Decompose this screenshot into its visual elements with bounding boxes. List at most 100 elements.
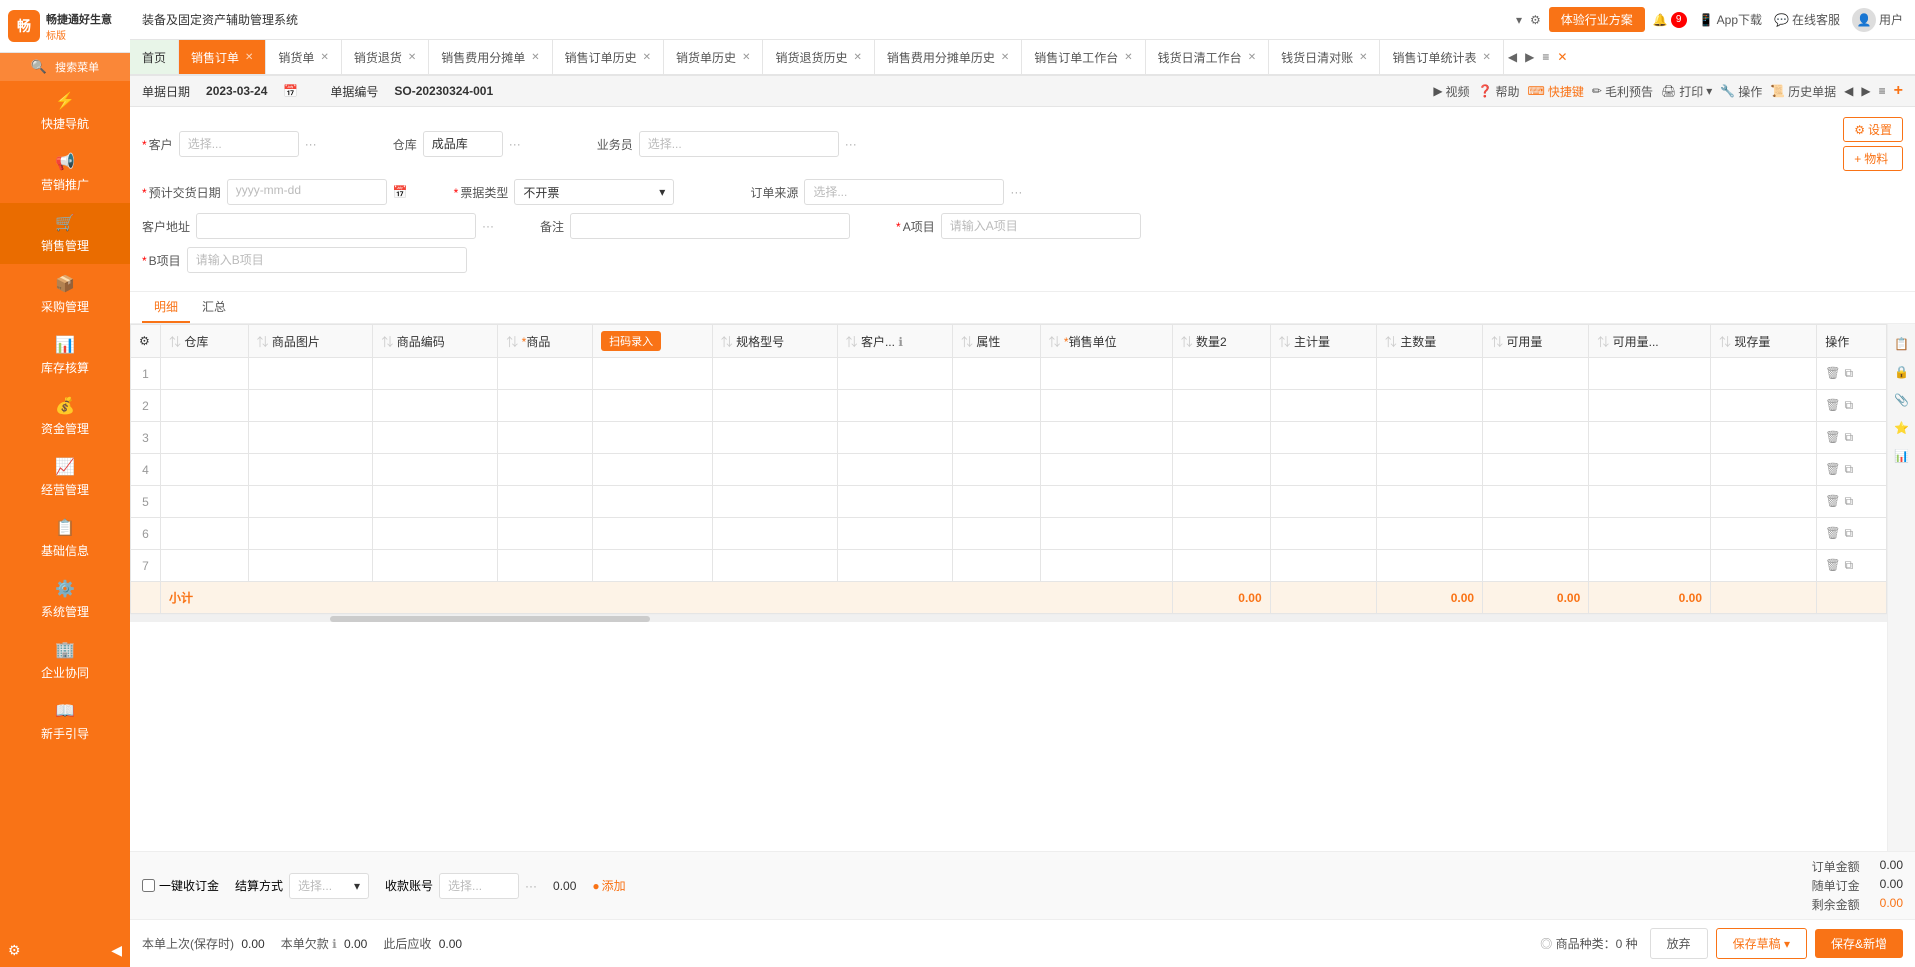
cell-image[interactable] [248,390,373,422]
cell-product[interactable] [498,422,593,454]
tab-summary[interactable]: 汇总 [190,292,238,323]
cell-available[interactable] [1483,518,1589,550]
cell-main-qty[interactable] [1376,390,1482,422]
sort-icon[interactable]: ⇅ [1181,335,1193,349]
cell-spec[interactable] [712,486,837,518]
cell-attr[interactable] [952,390,1040,422]
tab-daily-reconcile[interactable]: 钱货日清对账 ✕ [1269,40,1380,75]
tab-sales-stats[interactable]: 销售订单统计表 ✕ [1380,40,1503,75]
sort-icon[interactable]: ⇅ [169,335,181,349]
shortcut-btn[interactable]: ⌨ 快捷键 [1528,83,1584,100]
cell-product[interactable] [498,454,593,486]
cell-code[interactable] [373,486,498,518]
tab-sales-stats-close[interactable]: ✕ [1483,52,1491,63]
sort-icon[interactable]: ⇅ [1279,335,1291,349]
cell-current[interactable] [1711,358,1817,390]
delete-icon[interactable]: 🗑 [1825,366,1840,381]
scan-btn[interactable]: 扫码录入 [601,331,661,351]
cell-image[interactable] [248,486,373,518]
cell-customer-code[interactable] [837,518,952,550]
gear-icon[interactable]: ⚙ [139,334,150,348]
cell-available2[interactable] [1589,390,1711,422]
sidebar-item-inventory[interactable]: 📊 库存核算 [0,325,130,386]
cell-attr[interactable] [952,518,1040,550]
cell-warehouse[interactable] [161,422,249,454]
sidebar-item-purchase[interactable]: 📦 采购管理 [0,264,130,325]
warehouse-input[interactable]: 成品库 [423,131,503,157]
delivery-date-input[interactable]: yyyy-mm-dd [227,179,387,205]
cell-image[interactable] [248,358,373,390]
tab-fee-history[interactable]: 销售费用分摊单历史 ✕ [875,40,1022,75]
cell-available[interactable] [1483,454,1589,486]
cell-product[interactable] [498,550,593,582]
tab-menu[interactable]: ≡ [1538,50,1553,64]
calendar-icon[interactable]: 📅 [283,84,298,98]
cell-qty2[interactable] [1172,390,1270,422]
help-btn[interactable]: ❓ 帮助 [1478,83,1520,100]
one-click-deposit-input[interactable] [142,879,155,892]
tab-invoice-history-close[interactable]: ✕ [742,52,750,63]
cell-spec[interactable] [712,358,837,390]
sidebar-item-operation[interactable]: 📈 经营管理 [0,447,130,508]
new-btn[interactable]: + [1894,82,1903,100]
customer-expand[interactable]: ··· [305,137,317,151]
print-btn[interactable]: 🖨 打印 ▾ [1661,83,1712,100]
cell-main-qty[interactable] [1376,486,1482,518]
cell-warehouse[interactable] [161,454,249,486]
industry-btn[interactable]: 体验行业方案 [1549,7,1645,32]
tab-sales-return-close[interactable]: ✕ [408,52,416,63]
sidebar-item-basic-info[interactable]: 📋 基础信息 [0,508,130,569]
customer-addr-expand[interactable]: ··· [482,219,494,233]
cell-code[interactable] [373,390,498,422]
cell-warehouse[interactable] [161,358,249,390]
tab-sales-order[interactable]: 销售订单 ✕ [179,40,266,75]
delete-icon[interactable]: 🗑 [1825,526,1840,541]
cell-main-unit[interactable] [1270,358,1376,390]
staff-expand[interactable]: ··· [845,137,857,151]
right-panel-icon-1[interactable]: 📋 [1890,332,1914,356]
sort-icon[interactable]: ⇅ [1491,335,1503,349]
tab-close-all[interactable]: ✕ [1553,50,1571,64]
delete-icon[interactable]: 🗑 [1825,558,1840,573]
sidebar-item-finance[interactable]: 💰 资金管理 [0,386,130,447]
copy-icon[interactable]: ⧉ [1844,558,1853,573]
cell-spec[interactable] [712,454,837,486]
online-service[interactable]: 💬 在线客服 [1774,11,1840,28]
discard-btn[interactable]: 放弃 [1650,928,1708,959]
cell-product[interactable] [498,518,593,550]
sort-icon[interactable]: ⇅ [721,335,733,349]
tab-daily-workbench-close[interactable]: ✕ [1248,52,1256,63]
cell-current[interactable] [1711,390,1817,422]
cell-available[interactable] [1483,390,1589,422]
cell-current[interactable] [1711,422,1817,454]
cell-main-unit[interactable] [1270,518,1376,550]
sort-icon[interactable]: ⇅ [506,335,518,349]
cell-qty2[interactable] [1172,454,1270,486]
cell-customer-code[interactable] [837,390,952,422]
sort-icon[interactable]: ⇅ [1719,335,1731,349]
tab-sales-fee-close[interactable]: ✕ [531,52,539,63]
cell-available[interactable] [1483,422,1589,454]
b-project-input[interactable]: 请输入B项目 [187,247,467,273]
copy-icon[interactable]: ⧉ [1844,366,1853,381]
cell-unit[interactable] [1040,422,1172,454]
list-view-btn[interactable]: ≡ [1879,84,1886,98]
sidebar-item-enterprise[interactable]: 🏢 企业协同 [0,630,130,691]
save-draft-dropdown-icon[interactable]: ▾ [1784,937,1790,951]
order-source-expand[interactable]: ··· [1010,185,1022,199]
delete-icon[interactable]: 🗑 [1825,462,1840,477]
tab-sales-history[interactable]: 销售订单历史 ✕ [553,40,664,75]
cell-main-qty[interactable] [1376,422,1482,454]
cell-image[interactable] [248,422,373,454]
cell-code[interactable] [373,550,498,582]
cell-code[interactable] [373,518,498,550]
nav-prev-btn[interactable]: ◀ [1844,84,1853,98]
copy-icon[interactable]: ⧉ [1844,462,1853,477]
cell-customer-code[interactable] [837,550,952,582]
cell-main-qty[interactable] [1376,358,1482,390]
tab-sales-workbench[interactable]: 销售订单工作台 ✕ [1022,40,1145,75]
account-input[interactable]: 选择... [439,873,519,899]
sort-icon[interactable]: ⇅ [961,335,973,349]
tab-sales-workbench-close[interactable]: ✕ [1124,52,1132,63]
cell-product[interactable] [498,358,593,390]
